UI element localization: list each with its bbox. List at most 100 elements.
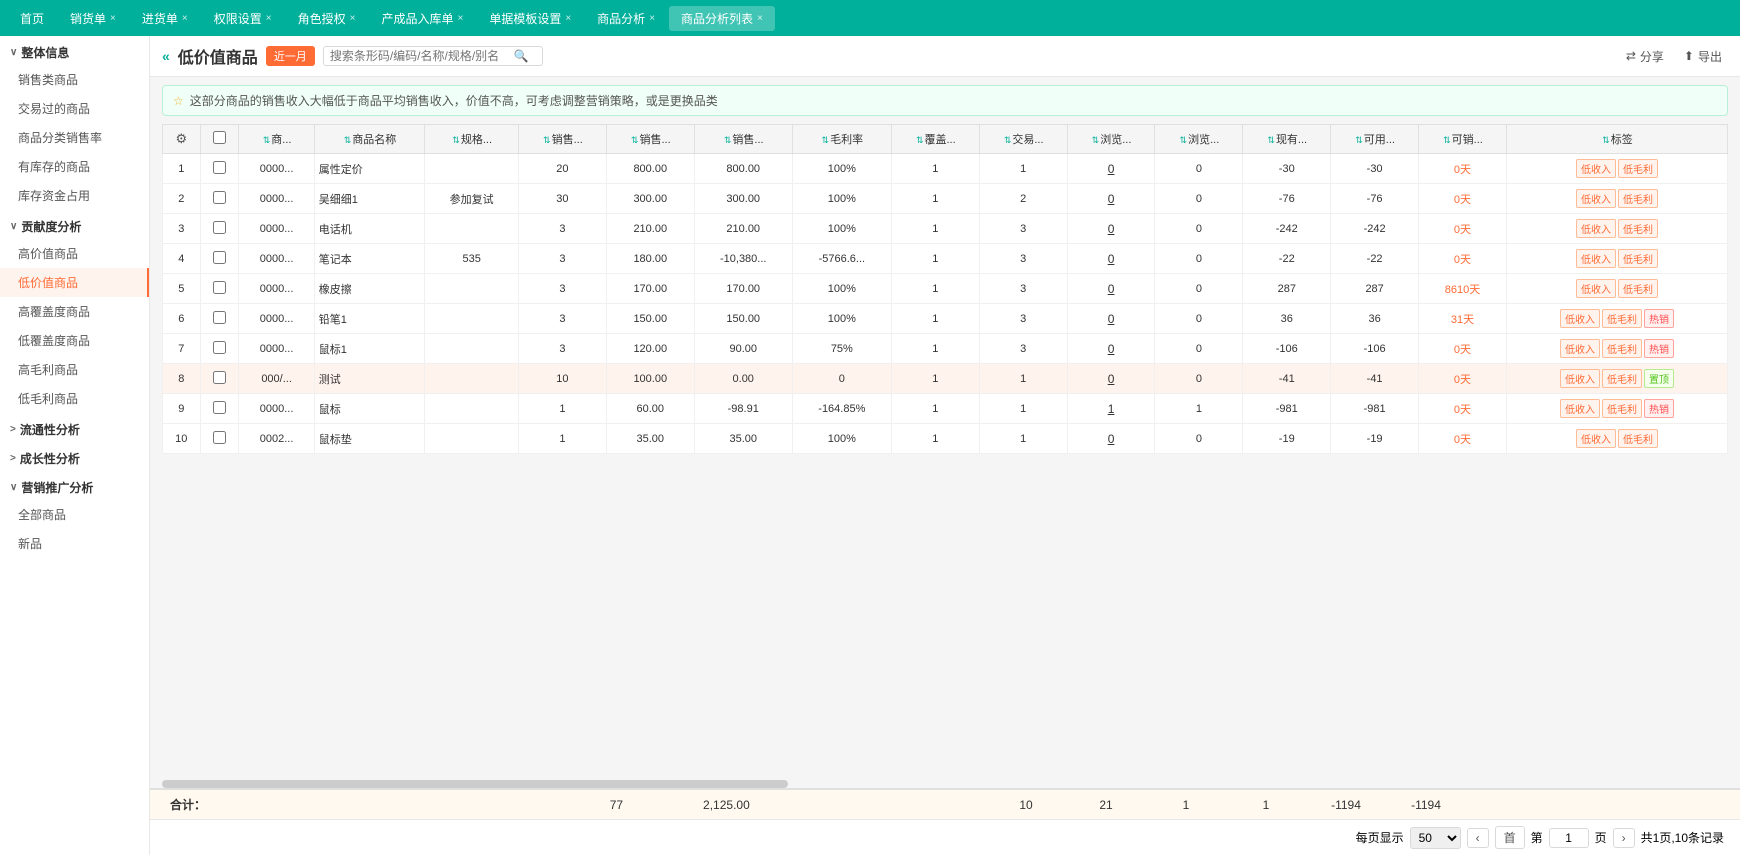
row-checkbox[interactable] <box>213 161 226 174</box>
table-row[interactable]: 50000...橡皮擦3170.00170.00100%130028728786… <box>163 274 1728 304</box>
footer-scrollbar[interactable] <box>162 780 1728 788</box>
col-header-sale_profit[interactable]: ⇅销售... <box>694 125 792 154</box>
nav-close-角色授权[interactable]: × <box>350 13 356 24</box>
col-header-available_stock[interactable]: ⇅可用... <box>1331 125 1419 154</box>
col-header-current_stock[interactable]: ⇅现有... <box>1243 125 1331 154</box>
row-view-cnt[interactable]: 0 <box>1067 364 1155 394</box>
view-cnt-link[interactable]: 0 <box>1108 342 1115 356</box>
nav-close-单据模板设置[interactable]: × <box>565 13 571 24</box>
sidebar-item-库存资金占用[interactable]: 库存资金占用 <box>0 181 149 210</box>
row-checkbox-cell[interactable] <box>200 154 239 184</box>
sidebar-item-有库存的商品[interactable]: 有库存的商品 <box>0 152 149 181</box>
period-button[interactable]: 近一月 <box>266 46 315 66</box>
sidebar-group-成长性分析[interactable]: > 成长性分析 <box>0 442 149 471</box>
sidebar-item-商品分类销售率[interactable]: 商品分类销售率 <box>0 123 149 152</box>
sidebar-item-低覆盖度商品[interactable]: 低覆盖度商品 <box>0 326 149 355</box>
table-row[interactable]: 20000...吴细细1参加复试30300.00300.00100%1200-7… <box>163 184 1728 214</box>
row-checkbox[interactable] <box>213 431 226 444</box>
sidebar-item-高价值商品[interactable]: 高价值商品 <box>0 239 149 268</box>
share-button[interactable]: ⇄ 分享 <box>1620 46 1670 67</box>
sidebar-item-高毛利商品[interactable]: 高毛利商品 <box>0 355 149 384</box>
search-icon[interactable]: 🔍 <box>514 49 529 63</box>
next-page-button[interactable]: › <box>1613 828 1635 848</box>
col-header-spec[interactable]: ⇅规格... <box>425 125 519 154</box>
nav-item-角色授权[interactable]: 角色授权× <box>286 6 368 31</box>
view-cnt-link[interactable]: 0 <box>1108 222 1115 236</box>
nav-item-产成品入库单[interactable]: 产成品入库单× <box>369 6 475 31</box>
nav-close-进货单[interactable]: × <box>182 13 188 24</box>
nav-close-销货单[interactable]: × <box>110 13 116 24</box>
table-row[interactable]: 90000...鼠标160.00-98.91-164.85%1111-981-9… <box>163 394 1728 424</box>
row-view-cnt[interactable]: 0 <box>1067 334 1155 364</box>
nav-item-商品分析[interactable]: 商品分析× <box>585 6 667 31</box>
row-checkbox[interactable] <box>213 371 226 384</box>
nav-item-权限设置[interactable]: 权限设置× <box>202 6 284 31</box>
col-header-coverage[interactable]: ⇅覆盖... <box>891 125 979 154</box>
col-header-view_cnt2[interactable]: ⇅浏览... <box>1155 125 1243 154</box>
row-view-cnt[interactable]: 0 <box>1067 424 1155 454</box>
page-input[interactable] <box>1549 828 1589 848</box>
col-header-view_cnt[interactable]: ⇅浏览... <box>1067 125 1155 154</box>
row-checkbox-cell[interactable] <box>200 304 239 334</box>
col-header-gross_margin[interactable]: ⇅毛利率 <box>792 125 891 154</box>
row-view-cnt[interactable]: 1 <box>1067 394 1155 424</box>
row-checkbox[interactable] <box>213 401 226 414</box>
nav-close-商品分析列表[interactable]: × <box>757 13 763 24</box>
row-checkbox[interactable] <box>213 221 226 234</box>
table-row[interactable]: 60000...铅笔13150.00150.00100%1300363631天低… <box>163 304 1728 334</box>
col-header-sale_amt[interactable]: ⇅销售... <box>606 125 694 154</box>
view-cnt-link[interactable]: 0 <box>1108 162 1115 176</box>
sidebar-item-低价值商品[interactable]: 低价值商品 <box>0 268 149 297</box>
row-view-cnt[interactable]: 0 <box>1067 274 1155 304</box>
sidebar-group-营销推广分析[interactable]: ∨ 营销推广分析 <box>0 471 149 500</box>
row-checkbox[interactable] <box>213 281 226 294</box>
row-view-cnt[interactable]: 0 <box>1067 304 1155 334</box>
row-checkbox-cell[interactable] <box>200 274 239 304</box>
row-checkbox[interactable] <box>213 191 226 204</box>
view-cnt-link[interactable]: 0 <box>1108 372 1115 386</box>
sidebar-item-高覆盖度商品[interactable]: 高覆盖度商品 <box>0 297 149 326</box>
sidebar-group-整体信息[interactable]: ∨ 整体信息 <box>0 36 149 65</box>
col-header-gear[interactable]: ⚙ <box>163 125 201 154</box>
col-header-checkbox[interactable] <box>200 125 239 154</box>
row-view-cnt[interactable]: 0 <box>1067 244 1155 274</box>
nav-item-销货单[interactable]: 销货单× <box>58 6 128 31</box>
sidebar-item-新品[interactable]: 新品 <box>0 529 149 558</box>
nav-close-产成品入库单[interactable]: × <box>457 13 463 24</box>
table-row[interactable]: 70000...鼠标13120.0090.0075%1300-106-1060天… <box>163 334 1728 364</box>
row-checkbox-cell[interactable] <box>200 394 239 424</box>
col-header-trade_cnt[interactable]: ⇅交易... <box>979 125 1067 154</box>
table-container[interactable]: ⚙⇅商...⇅商品名称⇅规格...⇅销售...⇅销售...⇅销售...⇅毛利率⇅… <box>150 124 1740 780</box>
table-row[interactable]: 30000...电话机3210.00210.00100%1300-242-242… <box>163 214 1728 244</box>
sidebar-group-贡献度分析[interactable]: ∨ 贡献度分析 <box>0 210 149 239</box>
row-checkbox-cell[interactable] <box>200 334 239 364</box>
nav-close-商品分析[interactable]: × <box>649 13 655 24</box>
select-all-checkbox[interactable] <box>213 131 226 144</box>
gear-icon[interactable]: ⚙ <box>175 131 187 146</box>
prev-page-button[interactable]: 首 <box>1495 826 1525 849</box>
table-row[interactable]: 40000...笔记本5353180.00-10,380...-5766.6..… <box>163 244 1728 274</box>
first-page-button[interactable]: ‹ <box>1467 828 1489 848</box>
table-row[interactable]: 100002...鼠标垫135.0035.00100%1100-19-190天低… <box>163 424 1728 454</box>
col-header-tags[interactable]: ⇅标签 <box>1506 125 1727 154</box>
row-checkbox-cell[interactable] <box>200 364 239 394</box>
per-page-select[interactable]: 50 100 200 <box>1410 827 1461 849</box>
nav-item-商品分析列表[interactable]: 商品分析列表× <box>669 6 775 31</box>
search-input[interactable] <box>330 49 510 63</box>
view-cnt-link[interactable]: 0 <box>1108 432 1115 446</box>
table-row[interactable]: 10000...属性定价20800.00800.00100%1100-30-30… <box>163 154 1728 184</box>
nav-item-进货单[interactable]: 进货单× <box>130 6 200 31</box>
col-header-name[interactable]: ⇅商品名称 <box>314 125 425 154</box>
nav-item-首页[interactable]: 首页 <box>8 6 56 31</box>
col-header-sale_qty[interactable]: ⇅销售... <box>518 125 606 154</box>
nav-close-权限设置[interactable]: × <box>266 13 272 24</box>
row-checkbox[interactable] <box>213 341 226 354</box>
sidebar-group-流通性分析[interactable]: > 流通性分析 <box>0 413 149 442</box>
row-view-cnt[interactable]: 0 <box>1067 214 1155 244</box>
sidebar-item-交易过的商品[interactable]: 交易过的商品 <box>0 94 149 123</box>
row-checkbox[interactable] <box>213 311 226 324</box>
view-cnt-link[interactable]: 0 <box>1108 192 1115 206</box>
row-view-cnt[interactable]: 0 <box>1067 184 1155 214</box>
export-button[interactable]: ⬆ 导出 <box>1678 46 1728 67</box>
view-cnt-link[interactable]: 0 <box>1108 312 1115 326</box>
